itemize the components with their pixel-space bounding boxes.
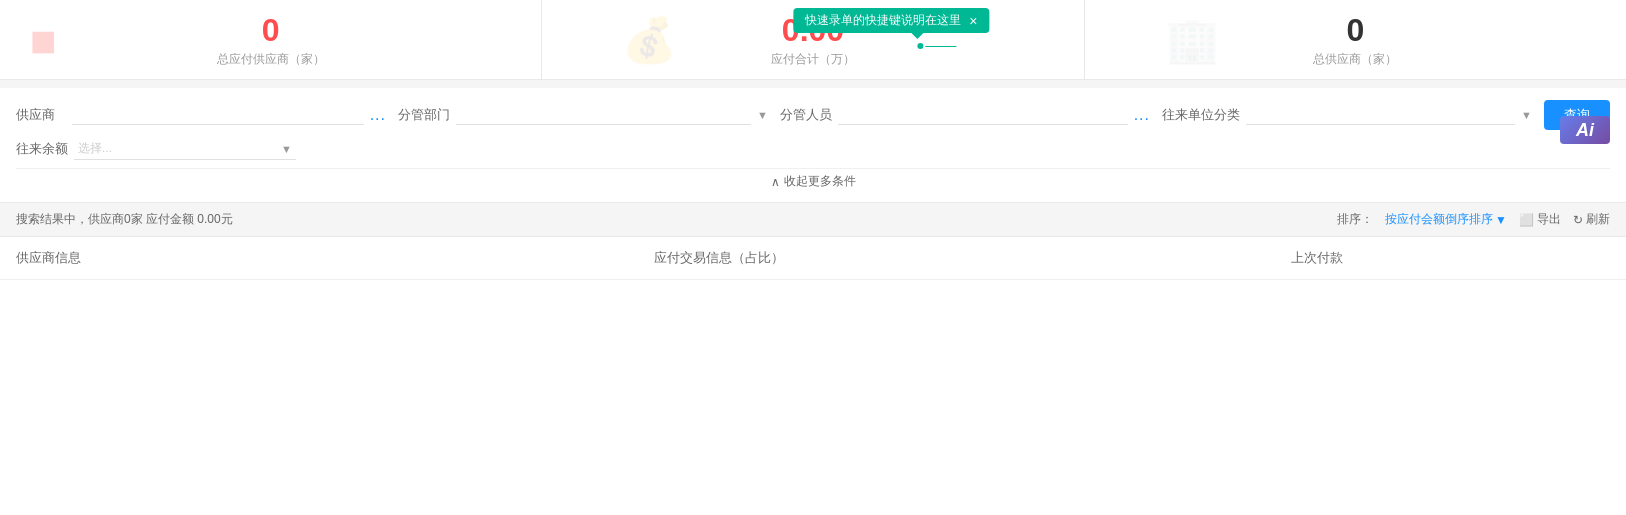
stats-bar: ◆ 0 总应付供应商（家） 💰 0.00 应付合计（万） 快速录单的快捷键说明在…: [0, 0, 1626, 80]
dept-label: 分管部门: [398, 106, 450, 124]
diamond-icon: ◆: [18, 12, 72, 66]
balance-placeholder: 选择...: [78, 140, 112, 157]
unit-class-label: 往来单位分类: [1162, 106, 1240, 124]
filter-supplier: 供应商 ...: [16, 105, 386, 125]
table-col-header-1: 供应商信息: [16, 249, 654, 267]
result-summary: 搜索结果中，供应商0家 应付金额 0.00元: [16, 211, 233, 228]
table-col-header-3: 上次付款: [1291, 249, 1610, 267]
unit-class-arrow-icon[interactable]: ▼: [1521, 109, 1532, 121]
table-header: 供应商信息 应付交易信息（占比） 上次付款: [0, 237, 1626, 280]
total-suppliers-number: 0: [1346, 11, 1364, 49]
sort-label: 排序：: [1337, 211, 1373, 228]
tooltip-close-button[interactable]: ×: [969, 14, 977, 28]
dept-input[interactable]: [456, 105, 751, 125]
payable-total-label: 应付合计（万）: [771, 51, 855, 68]
collapse-button[interactable]: ∧ 收起更多条件: [16, 168, 1610, 194]
filter-bar: 供应商 ... 分管部门 ▼ 分管人员 ... 往来单位分类 ▼ 查询 往来余额: [0, 88, 1626, 203]
person-input[interactable]: [838, 105, 1128, 125]
balance-arrow-icon: ▼: [281, 143, 292, 155]
tooltip-text: 快速录单的快捷键说明在这里: [805, 12, 961, 29]
supplier-input[interactable]: [72, 105, 364, 125]
stat-total-suppliers: 🏢 0 总供应商（家）: [1085, 0, 1626, 79]
filter-unit-class: 往来单位分类 ▼: [1162, 105, 1532, 125]
tooltip-popup: 快速录单的快捷键说明在这里 ×: [793, 8, 989, 33]
table-body: [0, 280, 1626, 515]
dept-arrow-icon[interactable]: ▼: [757, 109, 768, 121]
refresh-icon: ↻: [1573, 213, 1583, 227]
export-label: 导出: [1537, 211, 1561, 228]
ai-badge[interactable]: Ai: [1560, 116, 1610, 144]
balance-select[interactable]: 选择... ▼: [74, 138, 296, 160]
supplier-label: 供应商: [16, 106, 66, 124]
filter-row-1: 供应商 ... 分管部门 ▼ 分管人员 ... 往来单位分类 ▼ 查询: [16, 100, 1610, 130]
payable-suppliers-number: 0: [262, 11, 280, 49]
filter-balance: 往来余额 选择... ▼: [16, 138, 296, 160]
payable-suppliers-label: 总应付供应商（家）: [217, 51, 325, 68]
result-actions: 排序： 按应付会额倒序排序 ▼ ⬜ 导出 ↻ 刷新: [1337, 211, 1610, 228]
export-icon: ⬜: [1519, 213, 1534, 227]
sort-select[interactable]: 按应付会额倒序排序 ▼: [1385, 211, 1507, 228]
person-label: 分管人员: [780, 106, 832, 124]
collapse-label: 收起更多条件: [784, 173, 856, 190]
filter-row-2: 往来余额 选择... ▼: [16, 138, 1610, 160]
refresh-label: 刷新: [1586, 211, 1610, 228]
filter-person: 分管人员 ...: [780, 105, 1150, 125]
stat-payable-total: 💰 0.00 应付合计（万） 快速录单的快捷键说明在这里 ×: [542, 0, 1084, 79]
unit-class-input[interactable]: [1246, 105, 1515, 125]
filter-dept: 分管部门 ▼: [398, 105, 768, 125]
table-col-header-2: 应付交易信息（占比）: [654, 249, 1292, 267]
total-suppliers-label: 总供应商（家）: [1313, 51, 1397, 68]
person-dots[interactable]: ...: [1134, 106, 1150, 124]
tooltip-dot: [915, 41, 925, 51]
collapse-up-icon: ∧: [771, 175, 780, 189]
refresh-button[interactable]: ↻ 刷新: [1573, 211, 1610, 228]
supplier-dots[interactable]: ...: [370, 106, 386, 124]
result-bar: 搜索结果中，供应商0家 应付金额 0.00元 排序： 按应付会额倒序排序 ▼ ⬜…: [0, 203, 1626, 237]
sort-value: 按应付会额倒序排序: [1385, 211, 1493, 228]
sort-arrow-icon: ▼: [1495, 213, 1507, 227]
balance-label: 往来余额: [16, 140, 68, 158]
export-button[interactable]: ⬜ 导出: [1519, 211, 1561, 228]
stat-payable-suppliers: ◆ 0 总应付供应商（家）: [0, 0, 542, 79]
